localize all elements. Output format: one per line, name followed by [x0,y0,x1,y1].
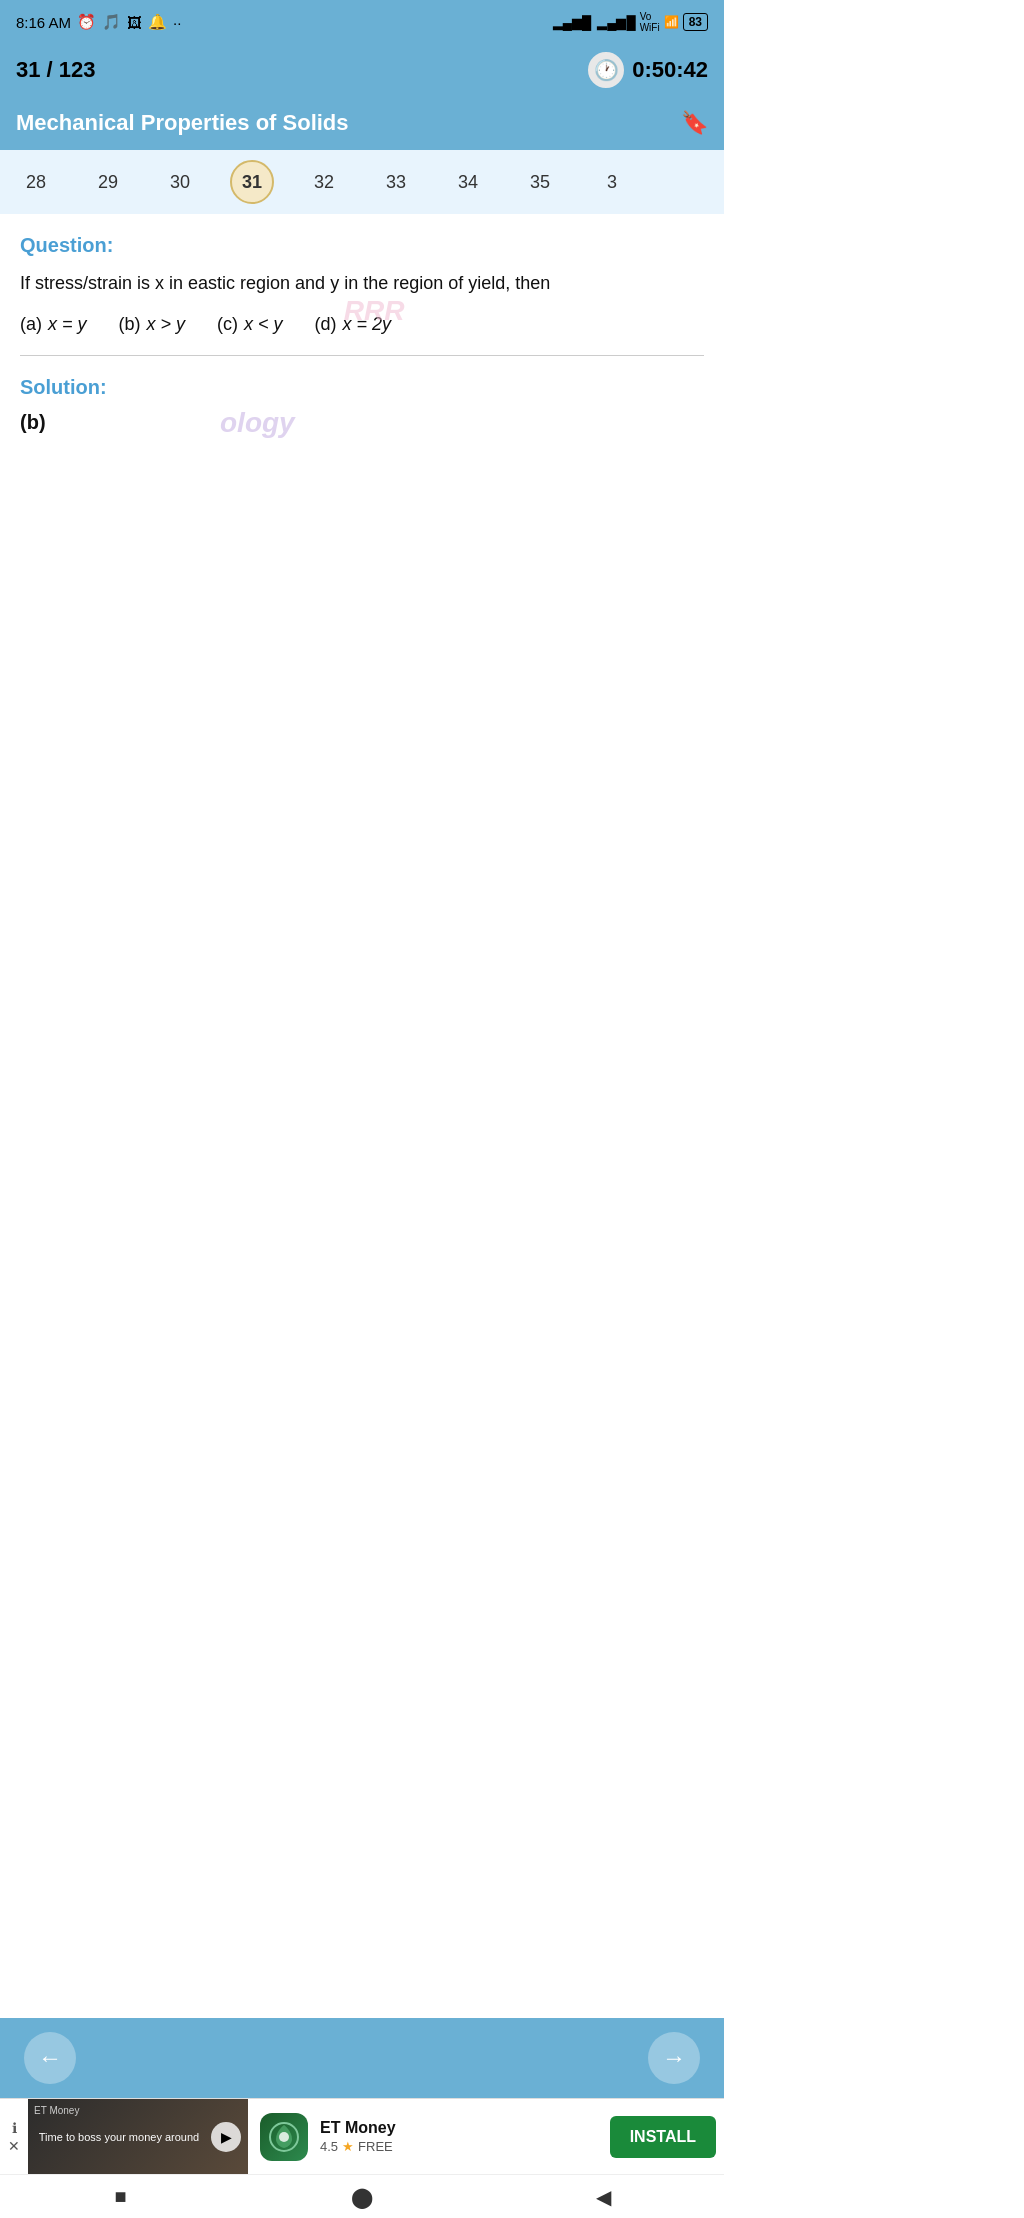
rating-value: 4.5 [320,2139,338,2154]
question-label: Question: [20,234,704,257]
timer-value: 0:50:42 [632,57,708,83]
solution-label: Solution: [20,376,704,399]
timer-display: 🕐 0:50:42 [588,52,708,88]
square-icon: ■ [115,2185,127,2208]
wifi-icon: 📶 [664,15,679,29]
wifi-label: VoWiFi [640,11,660,33]
ad-banner: ℹ ✕ ET Money Time to boss your money aro… [0,2098,724,2174]
option-c: (c) x < y [217,314,283,335]
circle-icon: ⬤ [351,2185,373,2209]
question-text-content: If stress/strain is x in eastic region a… [20,273,550,293]
time-display: 8:16 AM [16,14,71,31]
back-button[interactable]: ■ [105,2181,137,2213]
qnum-29[interactable]: 29 [72,168,144,197]
notification-icon: 🔔 [148,13,167,31]
solution-body: (b) ology [20,411,704,434]
qnum-33[interactable]: 33 [360,168,432,197]
info-icon[interactable]: ℹ [12,2120,17,2136]
rating-star: ★ [342,2139,354,2154]
option-a: (a) x = y [20,314,87,335]
prev-icon: ← [38,2044,62,2072]
ad-play-button[interactable]: ▶ [211,2122,241,2152]
status-time: 8:16 AM ⏰ 🎵 🖼 🔔 ·· [16,13,181,31]
qnum-31-active[interactable]: 31 [230,160,274,204]
battery-display: 83 [683,13,708,31]
qnum-32[interactable]: 32 [288,168,360,197]
header: 31 / 123 🕐 0:50:42 [0,44,724,100]
ad-info-controls: ℹ ✕ [0,2116,28,2158]
options-row: (a) x = y (b) x > y (c) x < y (d) x = 2y [20,314,704,335]
qnum-next[interactable]: 3 [576,168,648,197]
qnum-35[interactable]: 35 [504,168,576,197]
signal-bars-2: ▂▄▆█ [597,15,635,30]
page-title: Mechanical Properties of Solids [16,110,349,136]
music-icon: 🎵 [102,13,121,31]
ad-app-rating: 4.5 ★ FREE [320,2139,598,2154]
battery-level: 83 [689,15,702,29]
option-d: (d) x = 2y [315,314,392,335]
free-label: FREE [358,2139,393,2154]
ad-app-name: ET Money [320,2119,598,2137]
status-bar: 8:16 AM ⏰ 🎵 🖼 🔔 ·· ▂▄▆█ ▂▄▆█ VoWiFi 📶 83 [0,0,724,44]
bookmark-icon[interactable]: 🔖 [681,110,708,136]
section-divider [20,355,704,356]
ad-text: Time to boss your money around [35,2127,203,2147]
dots-icon: ·· [173,14,181,31]
alarm-icon: ⏰ [77,13,96,31]
ad-slogan: Time to boss your money around [39,2131,199,2143]
ad-logo-small: ET Money [34,2105,79,2116]
qnum-34[interactable]: 34 [432,168,504,197]
recent-button[interactable]: ◀ [587,2181,619,2213]
question-body: If stress/strain is x in eastic region a… [20,269,704,298]
ad-app-details: ET Money 4.5 ★ FREE [320,2119,598,2154]
system-nav: ■ ⬤ ◀ [0,2174,724,2218]
progress-display: 31 / 123 [16,57,96,83]
bottom-nav: ← → [0,2018,724,2098]
ad-app-icon [260,2113,308,2161]
status-icons: ▂▄▆█ ▂▄▆█ VoWiFi 📶 83 [553,11,708,33]
prev-button[interactable]: ← [24,2032,76,2084]
screenshot-icon: 🖼 [127,14,142,31]
ad-app-info: ET Money 4.5 ★ FREE [248,2113,610,2161]
signal-bars: ▂▄▆█ [553,15,591,30]
main-content: Question: If stress/strain is x in easti… [0,214,724,1414]
option-b: (b) x > y [119,314,186,335]
next-button[interactable]: → [648,2032,700,2084]
svg-point-1 [279,2132,289,2142]
question-nav: 28 29 30 31 32 33 34 35 3 [0,150,724,214]
solution-answer-value: (b) [20,411,46,433]
qnum-30[interactable]: 30 [144,168,216,197]
install-button[interactable]: INSTALL [610,2116,716,2158]
home-button[interactable]: ⬤ [346,2181,378,2213]
close-icon[interactable]: ✕ [8,2138,20,2154]
qnum-28[interactable]: 28 [0,168,72,197]
timer-icon: 🕐 [588,52,624,88]
next-icon: → [662,2044,686,2072]
title-bar: Mechanical Properties of Solids 🔖 [0,100,724,150]
solution-watermark: ology [220,407,295,439]
ad-image: ET Money Time to boss your money around … [28,2099,248,2175]
triangle-icon: ◀ [596,2185,611,2209]
